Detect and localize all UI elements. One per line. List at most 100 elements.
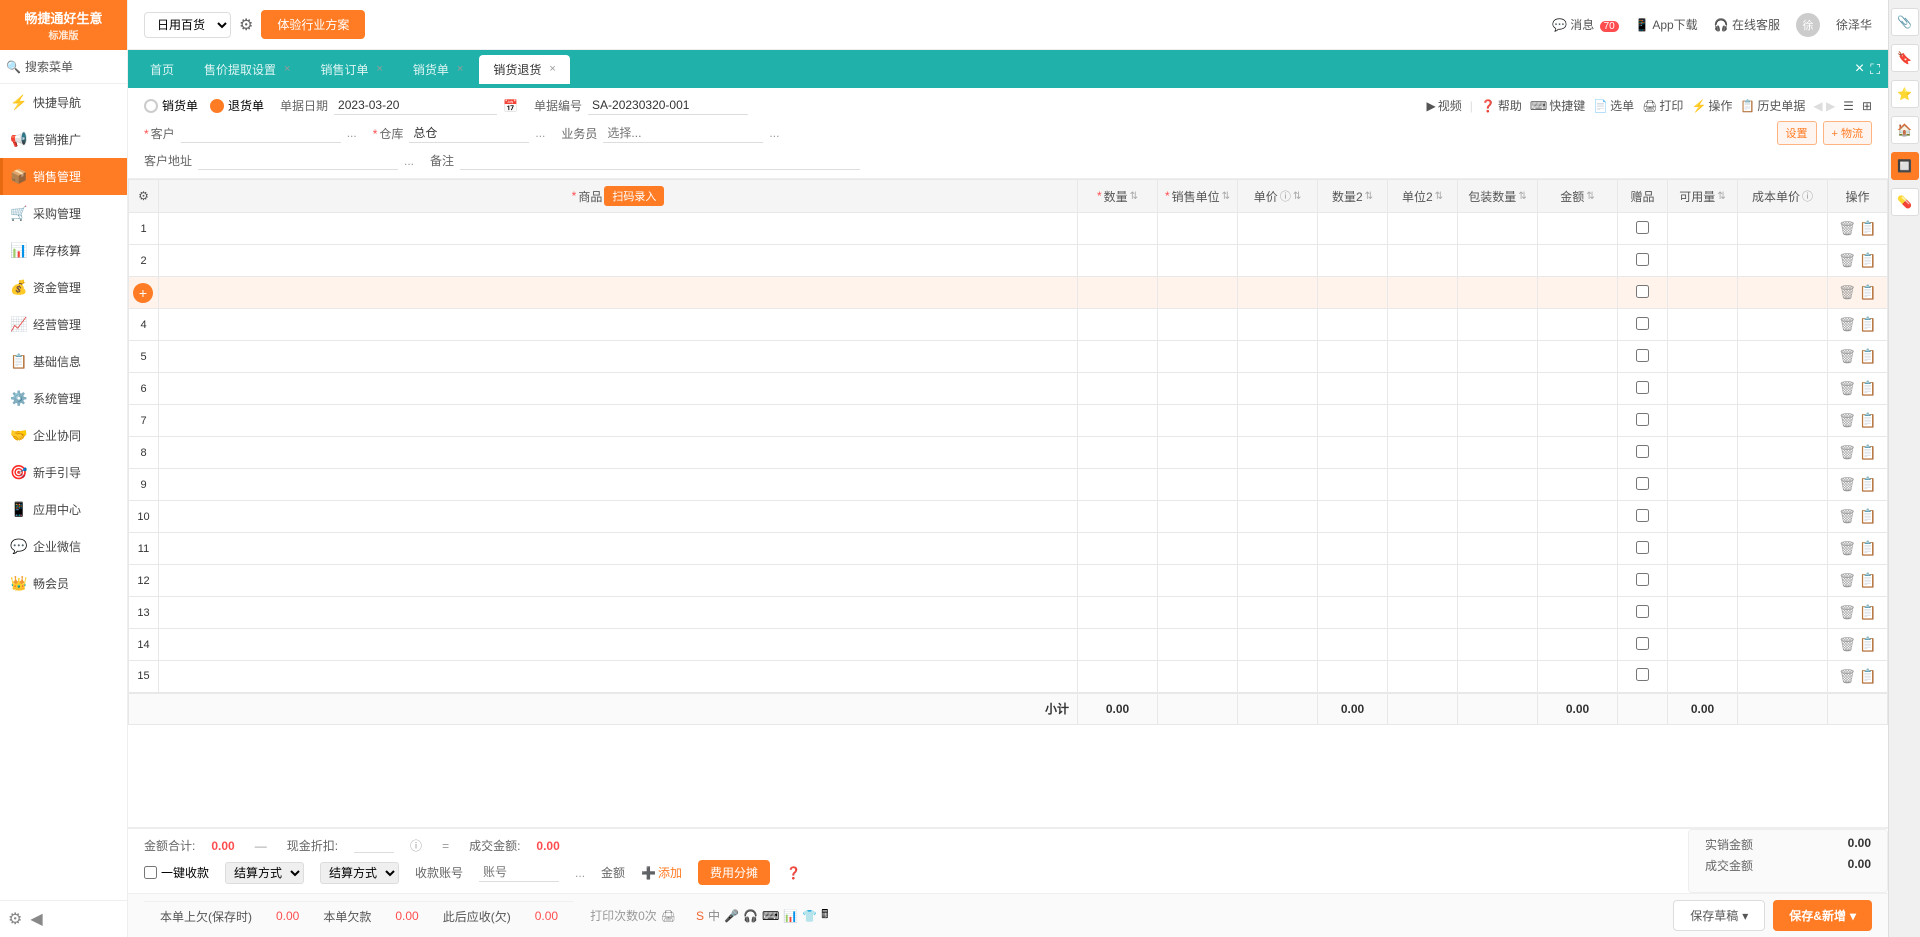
gift-cell[interactable] <box>1618 597 1668 629</box>
gift-cell[interactable] <box>1618 277 1668 309</box>
delete-row-btn[interactable]: 🗑 <box>1838 348 1856 365</box>
gift-cell[interactable] <box>1618 213 1668 245</box>
qty2-cell[interactable] <box>1318 533 1388 565</box>
fee-help-icon[interactable]: ❓ <box>786 866 801 880</box>
price-info-icon[interactable]: ⓘ <box>1280 188 1291 204</box>
qty2-cell[interactable] <box>1318 245 1388 277</box>
sidebar-search[interactable]: 🔍 搜索菜单 <box>0 50 127 84</box>
gift-cell[interactable] <box>1618 341 1668 373</box>
staff-input[interactable] <box>603 124 763 143</box>
unit-cell[interactable] <box>1158 661 1238 693</box>
sidebar-item-enterprise[interactable]: 🤝 企业协同 <box>0 417 127 454</box>
sort-price-icon[interactable]: ⇅ <box>1293 191 1301 202</box>
avail-cell[interactable] <box>1668 341 1738 373</box>
amount-cell[interactable] <box>1538 245 1618 277</box>
copy-row-btn[interactable]: 📋 <box>1859 604 1876 621</box>
unit-cell[interactable] <box>1158 309 1238 341</box>
price-cell[interactable] <box>1238 437 1318 469</box>
avail-cell[interactable] <box>1668 277 1738 309</box>
add-btn[interactable]: ➕ 添加 <box>641 864 682 881</box>
price-cell[interactable] <box>1238 565 1318 597</box>
gift-checkbox[interactable] <box>1636 445 1649 458</box>
calc-method2-select[interactable]: 结算方式 <box>320 862 399 884</box>
qty-cell[interactable] <box>1078 469 1158 501</box>
tab-sales-order[interactable]: 销售订单 × <box>306 55 396 84</box>
qty-cell[interactable] <box>1078 373 1158 405</box>
sidebar-item-app-center[interactable]: 📱 应用中心 <box>0 491 127 528</box>
staff-dots-btn[interactable]: ... <box>769 126 779 140</box>
right-panel-icon-6[interactable]: 💊 <box>1891 188 1919 216</box>
copy-row-btn[interactable]: 📋 <box>1859 572 1876 589</box>
pkg-cell[interactable] <box>1458 565 1538 597</box>
qty2-cell[interactable] <box>1318 661 1388 693</box>
unit-cell[interactable] <box>1158 277 1238 309</box>
cost-cell[interactable] <box>1738 309 1828 341</box>
sort-pkg-icon[interactable]: ⇅ <box>1518 191 1526 202</box>
price-cell[interactable] <box>1238 309 1318 341</box>
delete-row-btn[interactable]: 🗑 <box>1838 284 1856 301</box>
address-input[interactable] <box>198 151 398 170</box>
amount-cell[interactable] <box>1538 405 1618 437</box>
unit2-cell[interactable] <box>1388 213 1458 245</box>
qty2-cell[interactable] <box>1318 405 1388 437</box>
sidebar-item-operations[interactable]: 📈 经营管理 <box>0 306 127 343</box>
sort-qty2-icon[interactable]: ⇅ <box>1365 191 1373 202</box>
amount-cell[interactable] <box>1538 373 1618 405</box>
headset-icon[interactable]: 🎧 <box>743 909 758 923</box>
price-cell[interactable] <box>1238 469 1318 501</box>
sort-unit2-icon[interactable]: ⇅ <box>1435 191 1443 202</box>
chart-icon[interactable]: 📊 <box>783 909 798 923</box>
operate-btn[interactable]: ⚡ 操作 <box>1691 97 1732 114</box>
cost-cell[interactable] <box>1738 469 1828 501</box>
qty-cell[interactable] <box>1078 341 1158 373</box>
account-input[interactable] <box>479 863 559 882</box>
qty2-cell[interactable] <box>1318 373 1388 405</box>
pkg-cell[interactable] <box>1458 309 1538 341</box>
sort-amount-icon[interactable]: ⇅ <box>1586 191 1594 202</box>
product-cell[interactable] <box>159 469 1078 501</box>
product-cell[interactable] <box>159 341 1078 373</box>
delete-row-btn[interactable]: 🗑 <box>1838 412 1856 429</box>
scan-input-btn[interactable]: 扫码录入 <box>604 186 664 206</box>
avail-cell[interactable] <box>1668 309 1738 341</box>
unit-cell[interactable] <box>1158 565 1238 597</box>
gift-cell[interactable] <box>1618 405 1668 437</box>
unit-cell[interactable] <box>1158 373 1238 405</box>
qty2-cell[interactable] <box>1318 341 1388 373</box>
amount-cell[interactable] <box>1538 629 1618 661</box>
copy-row-btn[interactable]: 📋 <box>1859 540 1876 557</box>
delete-row-btn[interactable]: 🗑 <box>1838 604 1856 621</box>
cost-cell[interactable] <box>1738 565 1828 597</box>
settings-icon[interactable]: ⚙ <box>8 909 22 929</box>
copy-row-btn[interactable]: 📋 <box>1859 380 1876 397</box>
sidebar-item-purchase[interactable]: 🛒 采购管理 <box>0 195 127 232</box>
keyboard-icon[interactable]: ⌨ <box>762 909 779 923</box>
date-input[interactable] <box>334 96 497 115</box>
delete-row-btn[interactable]: 🗑 <box>1838 636 1856 653</box>
copy-row-btn[interactable]: 📋 <box>1859 412 1876 429</box>
unit2-cell[interactable] <box>1388 405 1458 437</box>
product-cell[interactable] <box>159 373 1078 405</box>
qty2-cell[interactable] <box>1318 629 1388 661</box>
unit2-cell[interactable] <box>1388 437 1458 469</box>
qty2-cell[interactable] <box>1318 501 1388 533</box>
calc-method-select[interactable]: 结算方式 <box>225 862 304 884</box>
unit2-cell[interactable] <box>1388 309 1458 341</box>
gift-cell[interactable] <box>1618 501 1668 533</box>
pkg-cell[interactable] <box>1458 373 1538 405</box>
qty-cell[interactable] <box>1078 565 1158 597</box>
price-cell[interactable] <box>1238 501 1318 533</box>
price-cell[interactable] <box>1238 213 1318 245</box>
gift-cell[interactable] <box>1618 309 1668 341</box>
pkg-cell[interactable] <box>1458 245 1538 277</box>
product-input[interactable] <box>163 286 1073 300</box>
help-btn[interactable]: ❓ 帮助 <box>1481 97 1522 114</box>
pkg-cell[interactable] <box>1458 661 1538 693</box>
gift-checkbox[interactable] <box>1636 381 1649 394</box>
settings-btn[interactable]: 设置 <box>1777 121 1817 145</box>
experience-btn[interactable]: 体验行业方案 <box>261 10 365 39</box>
cost-cell[interactable] <box>1738 373 1828 405</box>
product-cell[interactable] <box>159 565 1078 597</box>
gift-checkbox[interactable] <box>1636 349 1649 362</box>
product-cell[interactable] <box>159 437 1078 469</box>
